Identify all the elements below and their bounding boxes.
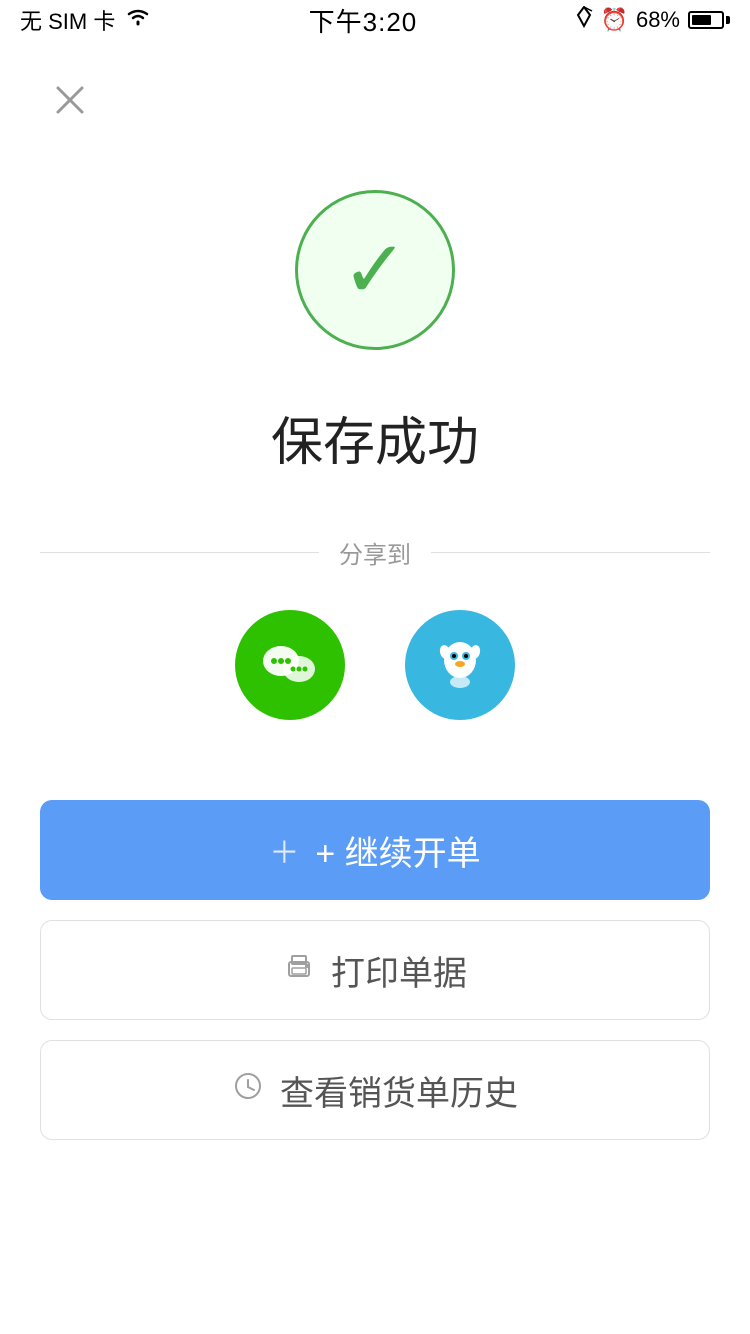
location-icon (575, 6, 593, 34)
action-buttons: ＋ + 继续开单 打印单据 查看销货单 (40, 800, 710, 1140)
success-icon-container: ✓ (40, 190, 710, 350)
main-content: ✓ 保存成功 分享到 (0, 40, 750, 1334)
close-button[interactable] (40, 70, 100, 130)
share-icons-row (40, 610, 710, 720)
wechat-share-button[interactable] (235, 610, 345, 720)
plus-icon: ＋ (269, 828, 299, 872)
status-bar: 无 SIM 卡 下午3:20 ⏰ 68% (0, 0, 750, 40)
share-label: 分享到 (339, 535, 411, 570)
checkmark-icon: ✓ (341, 230, 408, 310)
share-section: 分享到 (40, 535, 710, 720)
sim-status: 无 SIM 卡 (20, 4, 115, 36)
wifi-icon (125, 7, 151, 33)
battery-percent: 68% (636, 7, 680, 33)
divider-left (40, 552, 319, 553)
success-circle: ✓ (295, 190, 455, 350)
battery-icon (688, 11, 730, 29)
clock-icon (232, 1070, 264, 1110)
continue-button[interactable]: ＋ + 继续开单 (40, 800, 710, 900)
alarm-icon: ⏰ (601, 7, 628, 33)
print-label: 打印单据 (331, 946, 467, 995)
status-right: ⏰ 68% (575, 6, 730, 34)
divider-right (431, 552, 710, 553)
print-button[interactable]: 打印单据 (40, 920, 710, 1020)
qq-share-button[interactable] (405, 610, 515, 720)
status-left: 无 SIM 卡 (20, 4, 151, 36)
printer-icon (283, 950, 315, 990)
share-divider: 分享到 (40, 535, 710, 570)
status-time: 下午3:20 (309, 2, 418, 39)
success-title: 保存成功 (40, 400, 710, 475)
history-label: 查看销货单历史 (280, 1066, 518, 1115)
history-button[interactable]: 查看销货单历史 (40, 1040, 710, 1140)
continue-label: + 继续开单 (315, 826, 480, 875)
